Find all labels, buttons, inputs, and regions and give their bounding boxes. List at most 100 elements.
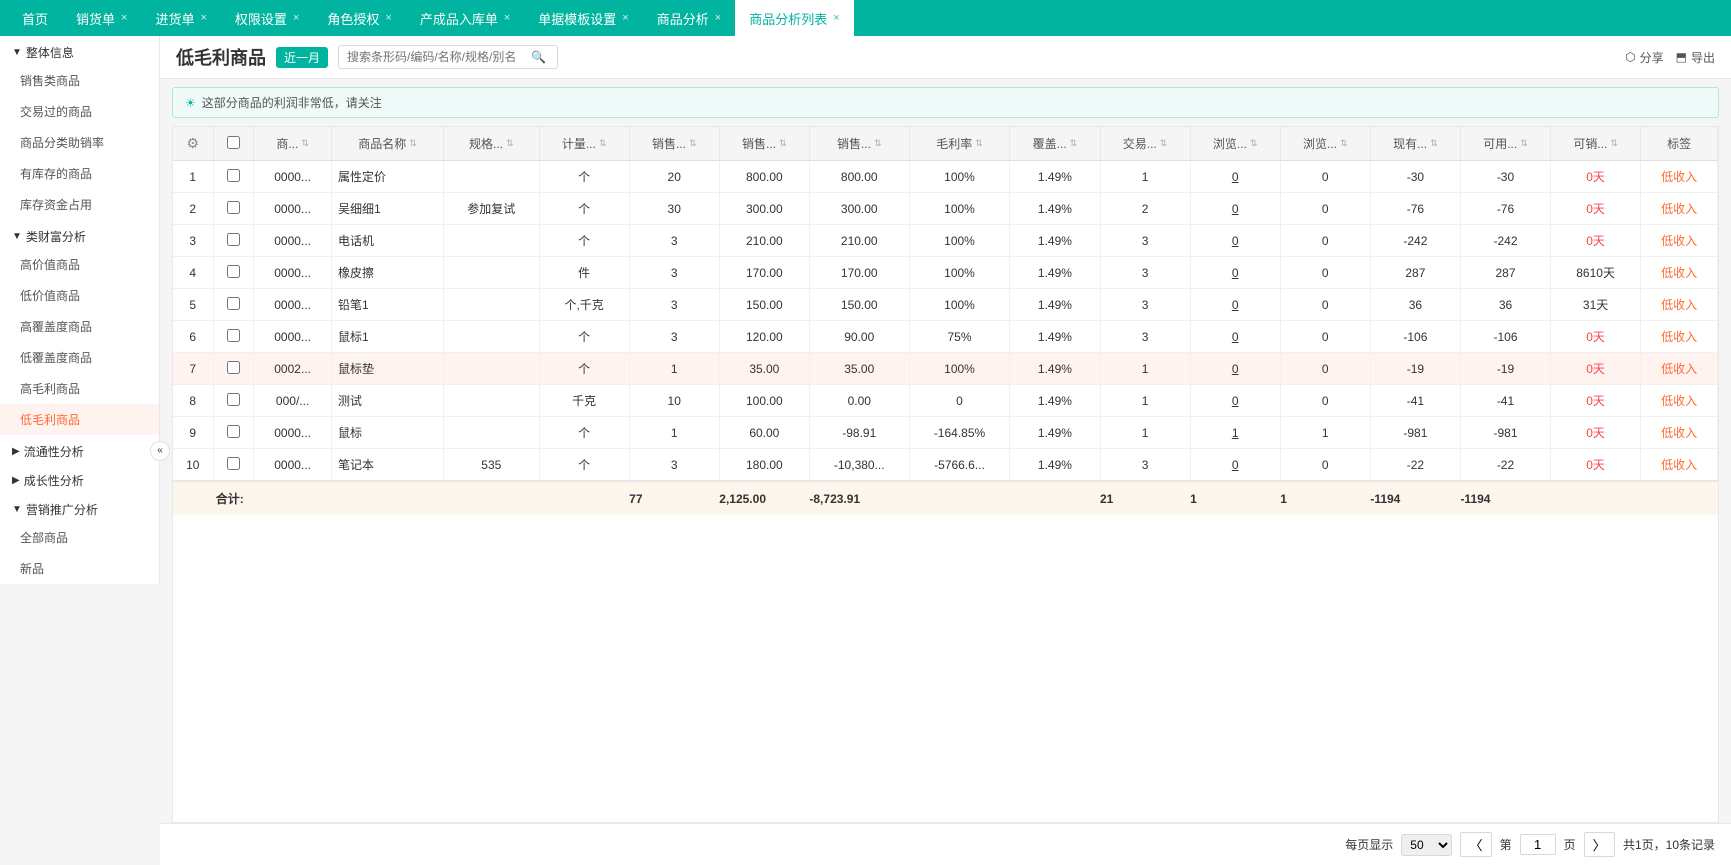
nav-product-entry[interactable]: 产成品入库单 × [406, 0, 524, 36]
row-checkbox-cell[interactable] [213, 385, 254, 417]
share-button[interactable]: ⬡ 分享 [1625, 49, 1664, 66]
col-sellable[interactable]: 可销...⇅ [1551, 127, 1641, 161]
row-checkbox[interactable] [227, 329, 240, 342]
nav-permissions[interactable]: 权限设置 × [221, 0, 313, 36]
sidebar-group-growth[interactable]: ▶ 成长性分析 [0, 464, 159, 493]
row-checkbox-cell[interactable] [213, 161, 254, 193]
row-view1[interactable]: 0 [1190, 225, 1280, 257]
row-checkbox[interactable] [227, 265, 240, 278]
sidebar-group-circulation[interactable]: ▶ 流通性分析 [0, 435, 159, 464]
row-view1[interactable]: 0 [1190, 321, 1280, 353]
col-available[interactable]: 可用...⇅ [1460, 127, 1550, 161]
row-checkbox[interactable] [227, 361, 240, 374]
col-view2[interactable]: 浏览...⇅ [1280, 127, 1370, 161]
row-checkbox-cell[interactable] [213, 225, 254, 257]
row-checkbox[interactable] [227, 233, 240, 246]
row-checkbox[interactable] [227, 201, 240, 214]
search-icon[interactable]: 🔍 [531, 50, 546, 64]
col-current-stock[interactable]: 现有...⇅ [1370, 127, 1460, 161]
sidebar-item-low-margin[interactable]: 低毛利商品 [0, 404, 159, 435]
row-checkbox[interactable] [227, 297, 240, 310]
per-page-select[interactable]: 50 100 [1401, 834, 1452, 856]
sidebar-group-wealth[interactable]: ▼ 类财富分析 [0, 220, 159, 249]
row-checkbox[interactable] [227, 425, 240, 438]
settings-icon[interactable]: ⚙ [186, 135, 199, 151]
next-page-button[interactable]: 〉 [1584, 832, 1615, 857]
nav-close-icon[interactable]: × [622, 12, 628, 24]
data-table-wrapper[interactable]: ⚙ 商...⇅ 商品名称⇅ 规格...⇅ [172, 126, 1719, 823]
nav-close-icon[interactable]: × [121, 12, 127, 24]
nav-sales-order[interactable]: 销货单 × [62, 0, 141, 36]
col-unit[interactable]: 计量...⇅ [539, 127, 629, 161]
sidebar-item-all-products[interactable]: 全部商品 [0, 522, 159, 553]
page-number-input[interactable] [1520, 834, 1556, 855]
row-view1[interactable]: 0 [1190, 353, 1280, 385]
col-tag[interactable]: 标签 [1641, 127, 1718, 161]
row-view1[interactable]: 0 [1190, 257, 1280, 289]
row-checkbox-cell[interactable] [213, 321, 254, 353]
nav-close-icon[interactable]: × [200, 12, 206, 24]
sort-icon: ⇅ [1340, 138, 1348, 149]
sidebar-group-marketing[interactable]: ▼ 营销推广分析 [0, 493, 159, 522]
sidebar-item-high-value[interactable]: 高价值商品 [0, 249, 159, 280]
sidebar-item-traded-products[interactable]: 交易过的商品 [0, 96, 159, 127]
row-checkbox-cell[interactable] [213, 257, 254, 289]
row-view1[interactable]: 1 [1190, 417, 1280, 449]
nav-role-auth[interactable]: 角色授权 × [313, 0, 405, 36]
sidebar-item-stock-capital[interactable]: 库存资金占用 [0, 189, 159, 220]
row-view1[interactable]: 0 [1190, 289, 1280, 321]
nav-purchase-order[interactable]: 进货单 × [141, 0, 220, 36]
row-checkbox-cell[interactable] [213, 353, 254, 385]
checkbox-col-header[interactable] [213, 127, 254, 161]
row-view1[interactable]: 0 [1190, 161, 1280, 193]
nav-template-settings[interactable]: 单据模板设置 × [524, 0, 642, 36]
nav-close-icon[interactable]: × [293, 12, 299, 24]
nav-close-icon[interactable]: × [833, 12, 839, 24]
col-trade[interactable]: 交易...⇅ [1100, 127, 1190, 161]
sidebar-item-stocked-products[interactable]: 有库存的商品 [0, 158, 159, 189]
row-checkbox-cell[interactable] [213, 289, 254, 321]
col-sales-qty[interactable]: 销售...⇅ [629, 127, 719, 161]
sidebar-item-low-coverage[interactable]: 低覆盖度商品 [0, 342, 159, 373]
col-sales-amount[interactable]: 销售...⇅ [809, 127, 909, 161]
nav-home[interactable]: 首页 [8, 0, 62, 36]
sidebar-collapse-button[interactable]: « [150, 441, 170, 461]
nav-product-analysis[interactable]: 商品分析 × [643, 0, 735, 36]
row-view1[interactable]: 0 [1190, 385, 1280, 417]
sidebar-item-category-rate[interactable]: 商品分类助销率 [0, 127, 159, 158]
row-checkbox[interactable] [227, 457, 240, 470]
sidebar-item-high-coverage[interactable]: 高覆盖度商品 [0, 311, 159, 342]
sidebar-item-new-products[interactable]: 新品 [0, 553, 159, 584]
select-all-checkbox[interactable] [227, 136, 240, 149]
row-checkbox[interactable] [227, 393, 240, 406]
col-sales-price[interactable]: 销售...⇅ [719, 127, 809, 161]
col-code[interactable]: 商...⇅ [254, 127, 332, 161]
sidebar-group-overall[interactable]: ▼ 整体信息 [0, 36, 159, 65]
row-checkbox-cell[interactable] [213, 193, 254, 225]
prev-page-button[interactable]: 〈 [1460, 832, 1491, 857]
col-view1[interactable]: 浏览...⇅ [1190, 127, 1280, 161]
nav-close-icon[interactable]: × [504, 12, 510, 24]
search-input[interactable] [347, 50, 527, 64]
row-checkbox-cell[interactable] [213, 417, 254, 449]
sidebar-item-sales-products[interactable]: 销售类商品 [0, 65, 159, 96]
row-checkbox[interactable] [227, 169, 240, 182]
row-tag: 低收入 [1641, 385, 1718, 417]
sidebar-item-high-margin[interactable]: 高毛利商品 [0, 373, 159, 404]
settings-col-header[interactable]: ⚙ [173, 127, 213, 161]
col-coverage[interactable]: 覆盖...⇅ [1010, 127, 1100, 161]
filter-period-button[interactable]: 近一月 [276, 47, 328, 68]
row-view1[interactable]: 0 [1190, 193, 1280, 225]
export-button[interactable]: ⬒ 导出 [1676, 49, 1715, 66]
row-available: -106 [1460, 321, 1550, 353]
row-gross-rate: 75% [909, 321, 1010, 353]
col-spec[interactable]: 规格...⇅ [444, 127, 540, 161]
col-gross-rate[interactable]: 毛利率⇅ [909, 127, 1010, 161]
col-name[interactable]: 商品名称⇅ [332, 127, 444, 161]
nav-close-icon[interactable]: × [715, 12, 721, 24]
row-view1[interactable]: 0 [1190, 449, 1280, 482]
nav-product-analysis-list[interactable]: 商品分析列表 × [735, 0, 853, 36]
row-checkbox-cell[interactable] [213, 449, 254, 482]
nav-close-icon[interactable]: × [385, 12, 391, 24]
sidebar-item-low-value[interactable]: 低价值商品 [0, 280, 159, 311]
